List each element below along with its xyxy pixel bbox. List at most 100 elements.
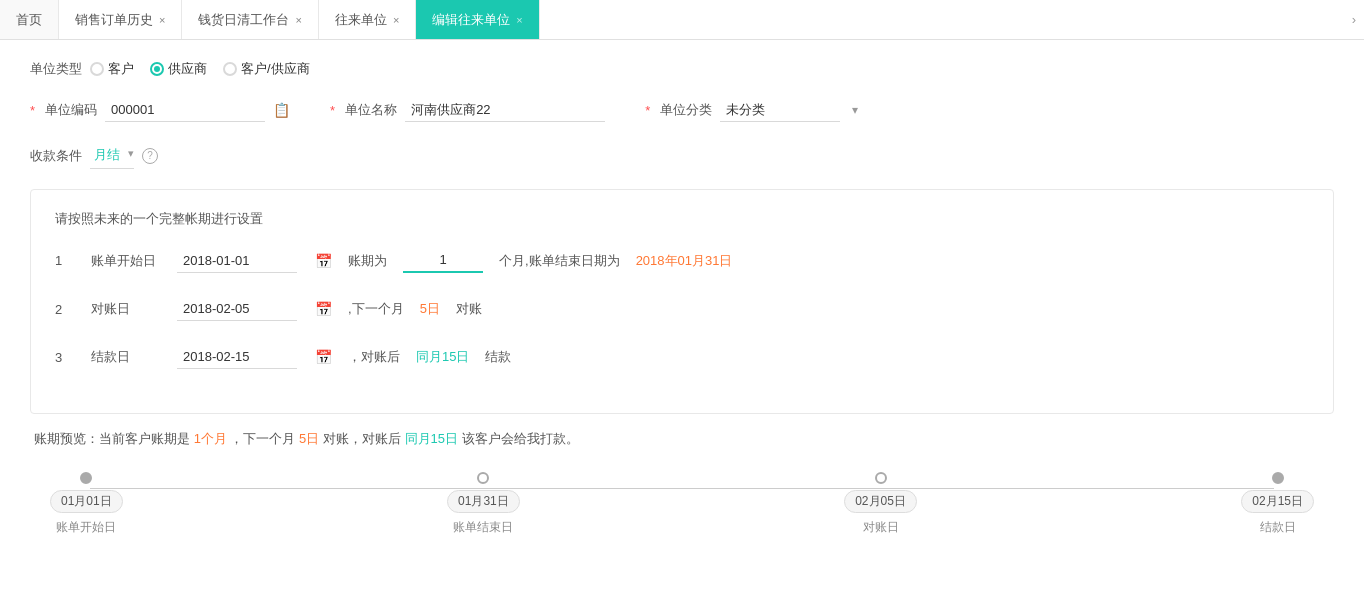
account-start-cal-icon[interactable]: 📅 <box>315 253 332 269</box>
timeline-point-3: 02月05日 对账日 <box>844 472 917 536</box>
period-row1-highlight: 2018年01月31日 <box>636 252 733 270</box>
main-content: 单位类型 客户 供应商 客户/供应商 * 单位编码 <box>0 40 1364 608</box>
payment-date-input[interactable] <box>177 345 297 369</box>
reconcile-date-input[interactable] <box>177 297 297 321</box>
code-name-row: * 单位编码 📋 * 单位名称 * 单位分类 ▾ <box>30 98 1334 122</box>
period-label-2: 对账日 <box>91 300 161 318</box>
period-num-1: 1 <box>55 253 75 268</box>
radio-customer[interactable]: 客户 <box>90 60 134 78</box>
unit-code-icon[interactable]: 📋 <box>273 102 290 118</box>
tab-cash-reconcile[interactable]: 钱货日清工作台 × <box>182 0 318 39</box>
period-row-3: 3 结款日 📅 ，对账后 同月15日 结款 <box>55 345 1309 369</box>
payment-cal-icon[interactable]: 📅 <box>315 349 332 365</box>
close-tab-edit-partner[interactable]: × <box>516 14 522 26</box>
timeline-dot-3 <box>875 472 887 484</box>
close-tab-partner-units[interactable]: × <box>393 14 399 26</box>
timeline-point-4: 02月15日 结款日 <box>1241 472 1314 536</box>
preview-middle1: ，下一个月 <box>230 431 295 446</box>
account-start-date-input[interactable] <box>177 249 297 273</box>
radio-both[interactable]: 客户/供应商 <box>223 60 310 78</box>
tab-bar: 首页 销售订单历史 × 钱货日清工作台 × 往来单位 × 编辑往来单位 × › <box>0 0 1364 40</box>
period-row3-highlight: 同月15日 <box>416 348 469 366</box>
timeline-badge-4: 02月15日 <box>1241 490 1314 513</box>
unit-code-label: 单位编码 <box>45 101 97 119</box>
unit-name-field: * 单位名称 <box>330 98 605 122</box>
unit-classify-required: * <box>645 103 650 118</box>
preview-highlight2: 5日 <box>299 431 319 446</box>
unit-classify-label: 单位分类 <box>660 101 712 119</box>
period-num-3: 3 <box>55 350 75 365</box>
reconcile-cal-icon[interactable]: 📅 <box>315 301 332 317</box>
timeline-dot-2 <box>477 472 489 484</box>
period-row-2: 2 对账日 📅 ,下一个月 5日 对账 <box>55 297 1309 321</box>
radio-supplier-label: 供应商 <box>168 60 207 78</box>
help-icon[interactable]: ? <box>142 148 158 164</box>
tab-scroll-arrow[interactable]: › <box>1344 0 1364 39</box>
period-row2-desc2: 对账 <box>456 300 482 318</box>
period-months-input[interactable] <box>403 248 483 273</box>
timeline-label-3: 对账日 <box>863 519 899 536</box>
unit-classify-field: * 单位分类 ▾ <box>645 98 858 122</box>
close-tab-cash-reconcile[interactable]: × <box>295 14 301 26</box>
timeline-badge-1: 01月01日 <box>50 490 123 513</box>
tab-partner-units[interactable]: 往来单位 × <box>319 0 416 39</box>
period-row3-desc1: ，对账后 <box>348 348 400 366</box>
timeline-dot-4 <box>1272 472 1284 484</box>
timeline-badge-3: 02月05日 <box>844 490 917 513</box>
period-settings-box: 请按照未来的一个完整帐期进行设置 1 账单开始日 📅 账期为 个月,账单结束日期… <box>30 189 1334 414</box>
timeline-dot-1 <box>80 472 92 484</box>
unit-name-input[interactable] <box>405 98 605 122</box>
preview-highlight3: 同月15日 <box>405 431 458 446</box>
period-row3-desc2: 结款 <box>485 348 511 366</box>
unit-classify-input[interactable] <box>720 98 840 122</box>
unit-classify-dropdown-icon[interactable]: ▾ <box>852 103 858 117</box>
period-label-3: 结款日 <box>91 348 161 366</box>
unit-type-field: 单位类型 客户 供应商 客户/供应商 <box>30 60 310 78</box>
timeline-section: 01月01日 账单开始日 01月31日 账单结束日 02月05日 对账日 02月… <box>30 472 1334 536</box>
unit-name-required: * <box>330 103 335 118</box>
tab-sales-history[interactable]: 销售订单历史 × <box>59 0 182 39</box>
timeline-point-1: 01月01日 账单开始日 <box>50 472 123 536</box>
close-tab-sales-history[interactable]: × <box>159 14 165 26</box>
tab-home[interactable]: 首页 <box>0 0 59 39</box>
radio-both-label: 客户/供应商 <box>241 60 310 78</box>
unit-code-field: * 单位编码 📋 <box>30 98 290 122</box>
preview-prefix: 账期预览：当前客户账期是 <box>34 431 190 446</box>
period-row1-desc-prefix: 账期为 <box>348 252 387 270</box>
timeline-point-2: 01月31日 账单结束日 <box>447 472 520 536</box>
unit-type-row: 单位类型 客户 供应商 客户/供应商 <box>30 60 1334 78</box>
payment-terms-arrow-icon[interactable]: ▾ <box>128 147 134 160</box>
timeline-label-4: 结款日 <box>1260 519 1296 536</box>
payment-terms-label: 收款条件 <box>30 147 82 165</box>
unit-type-radio-group: 客户 供应商 客户/供应商 <box>90 60 310 78</box>
period-num-2: 2 <box>55 302 75 317</box>
period-row2-highlight: 5日 <box>420 300 440 318</box>
radio-customer-circle <box>90 62 104 76</box>
payment-terms-value: 月结 <box>90 142 124 164</box>
unit-code-required: * <box>30 103 35 118</box>
unit-name-label: 单位名称 <box>345 101 397 119</box>
radio-supplier-circle <box>150 62 164 76</box>
preview-middle2: 对账，对账后 <box>323 431 401 446</box>
period-row-1: 1 账单开始日 📅 账期为 个月,账单结束日期为 2018年01月31日 <box>55 248 1309 273</box>
timeline-label-2: 账单结束日 <box>453 519 513 536</box>
unit-type-label: 单位类型 <box>30 60 82 78</box>
preview-text: 账期预览：当前客户账期是 1个月 ，下一个月 5日 对账，对账后 同月15日 该… <box>30 430 1334 448</box>
radio-supplier[interactable]: 供应商 <box>150 60 207 78</box>
period-label-1: 账单开始日 <box>91 252 161 270</box>
radio-customer-label: 客户 <box>108 60 134 78</box>
period-title: 请按照未来的一个完整帐期进行设置 <box>55 210 1309 228</box>
payment-terms-row: 收款条件 月结 ▾ ? <box>30 142 1334 169</box>
payment-terms-select[interactable]: 月结 ▾ <box>90 142 134 169</box>
payment-terms-field: 收款条件 月结 ▾ ? <box>30 142 158 169</box>
radio-both-circle <box>223 62 237 76</box>
period-row1-desc-suffix: 个月,账单结束日期为 <box>499 252 620 270</box>
timeline-badge-2: 01月31日 <box>447 490 520 513</box>
unit-code-input[interactable] <box>105 98 265 122</box>
tab-edit-partner[interactable]: 编辑往来单位 × <box>416 0 539 39</box>
timeline-label-1: 账单开始日 <box>56 519 116 536</box>
preview-suffix: 该客户会给我打款。 <box>462 431 579 446</box>
preview-highlight1: 1个月 <box>194 431 227 446</box>
timeline-points: 01月01日 账单开始日 01月31日 账单结束日 02月05日 对账日 02月… <box>50 472 1314 536</box>
period-row2-desc1: ,下一个月 <box>348 300 404 318</box>
